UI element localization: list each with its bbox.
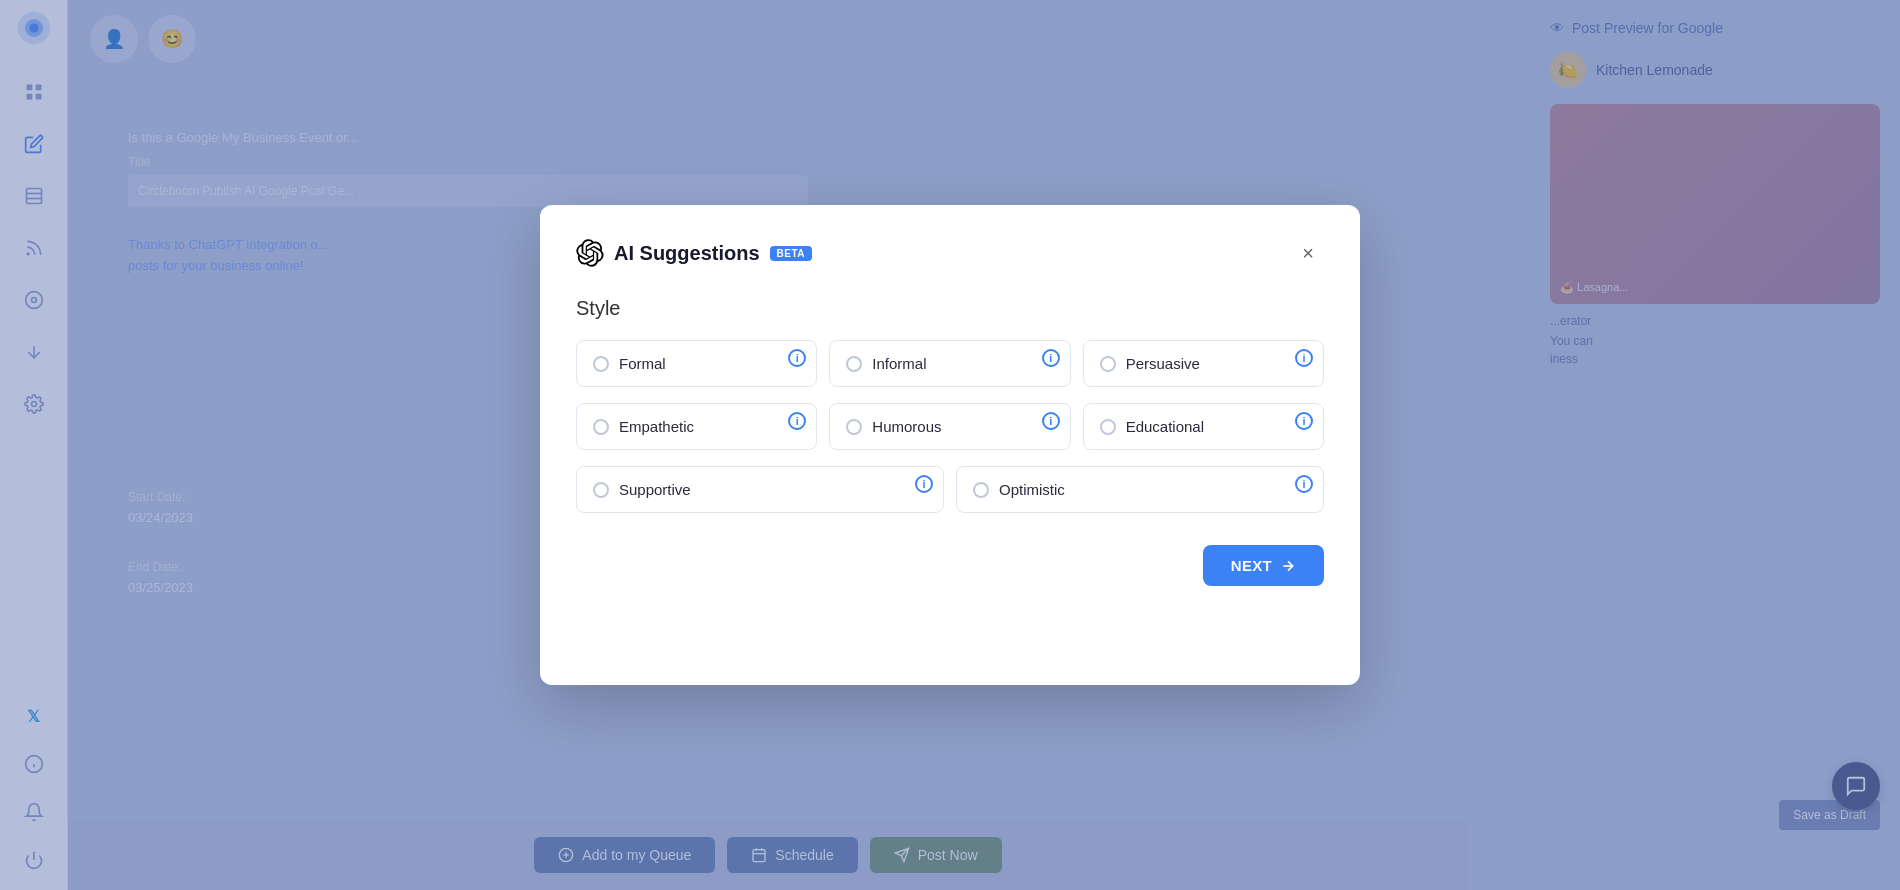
ai-suggestions-modal: AI Suggestions BETA × Style Formal i Inf…	[540, 205, 1360, 685]
modal-overlay: AI Suggestions BETA × Style Formal i Inf…	[0, 0, 1900, 890]
style-radio-optimistic	[973, 482, 989, 498]
style-radio-humorous	[846, 419, 862, 435]
modal-title-group: AI Suggestions BETA	[576, 239, 812, 267]
style-section-label: Style	[576, 297, 1324, 320]
modal-title: AI Suggestions	[614, 242, 760, 265]
info-empathetic-icon[interactable]: i	[788, 412, 806, 430]
next-button[interactable]: NEXT	[1203, 545, 1324, 586]
style-radio-persuasive	[1100, 356, 1116, 372]
info-informal-icon[interactable]: i	[1042, 349, 1060, 367]
style-radio-empathetic	[593, 419, 609, 435]
style-option-empathetic[interactable]: Empathetic i	[576, 403, 817, 450]
style-radio-informal	[846, 356, 862, 372]
style-label-optimistic: Optimistic	[999, 481, 1065, 498]
style-option-humorous[interactable]: Humorous i	[829, 403, 1070, 450]
style-option-persuasive[interactable]: Persuasive i	[1083, 340, 1324, 387]
style-label-supportive: Supportive	[619, 481, 691, 498]
style-radio-formal	[593, 356, 609, 372]
info-educational-icon[interactable]: i	[1295, 412, 1313, 430]
modal-header: AI Suggestions BETA ×	[576, 237, 1324, 269]
openai-logo-icon	[576, 239, 604, 267]
next-arrow-icon	[1280, 558, 1296, 574]
next-button-label: NEXT	[1231, 557, 1272, 574]
modal-footer: NEXT	[576, 545, 1324, 586]
info-humorous-icon[interactable]: i	[1042, 412, 1060, 430]
style-grid-row2: Empathetic i Humorous i Educational i	[576, 403, 1324, 450]
style-radio-educational	[1100, 419, 1116, 435]
style-grid-row3: Supportive i Optimistic i	[576, 466, 1324, 513]
info-supportive-icon[interactable]: i	[915, 475, 933, 493]
style-label-formal: Formal	[619, 355, 666, 372]
modal-close-button[interactable]: ×	[1292, 237, 1324, 269]
info-optimistic-icon[interactable]: i	[1295, 475, 1313, 493]
style-option-informal[interactable]: Informal i	[829, 340, 1070, 387]
style-label-persuasive: Persuasive	[1126, 355, 1200, 372]
info-persuasive-icon[interactable]: i	[1295, 349, 1313, 367]
beta-badge: BETA	[770, 246, 812, 261]
info-formal-icon[interactable]: i	[788, 349, 806, 367]
style-option-educational[interactable]: Educational i	[1083, 403, 1324, 450]
style-grid-row1: Formal i Informal i Persuasive i	[576, 340, 1324, 387]
style-option-optimistic[interactable]: Optimistic i	[956, 466, 1324, 513]
style-label-empathetic: Empathetic	[619, 418, 694, 435]
style-option-supportive[interactable]: Supportive i	[576, 466, 944, 513]
style-option-formal[interactable]: Formal i	[576, 340, 817, 387]
style-label-educational: Educational	[1126, 418, 1204, 435]
style-label-informal: Informal	[872, 355, 926, 372]
style-label-humorous: Humorous	[872, 418, 941, 435]
style-radio-supportive	[593, 482, 609, 498]
